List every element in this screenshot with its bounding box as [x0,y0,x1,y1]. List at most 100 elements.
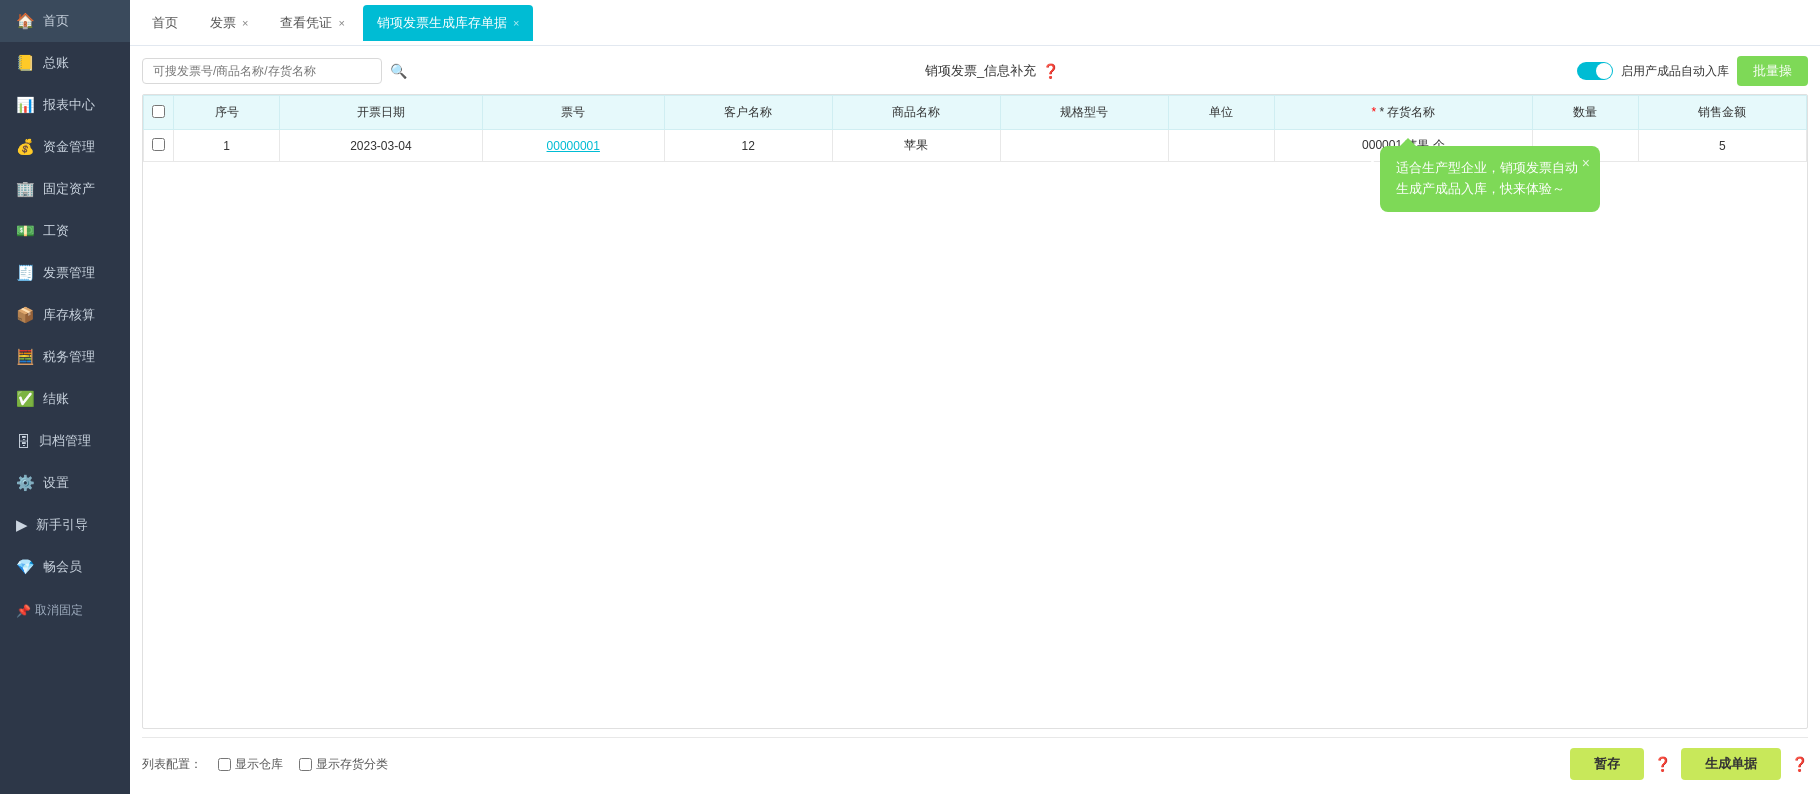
sidebar-item-label: 报表中心 [43,96,95,114]
th-goods-name: 商品名称 [832,96,1000,130]
row-goods-name: 苹果 [832,130,1000,162]
sidebar-item-reports[interactable]: 📊 报表中心 [0,84,130,126]
bottom-bar: 列表配置： 显示仓库 显示存货分类 暂存 ❓ 生成单据 ❓ [142,737,1808,784]
tab-generate-inventory-close[interactable]: × [513,17,519,29]
sidebar-item-label: 固定资产 [43,180,95,198]
show-warehouse-checkbox-label[interactable]: 显示仓库 [218,756,283,773]
ledger-icon: 📒 [16,54,35,72]
tab-generate-inventory[interactable]: 销项发票生成库存单据 × [363,5,533,41]
search-input[interactable] [142,58,382,84]
tab-invoice[interactable]: 发票 × [196,5,262,41]
pin-icon: 📌 [16,604,31,618]
tab-generate-inventory-label: 销项发票生成库存单据 [377,14,507,32]
th-index: 序号 [174,96,280,130]
sidebar-item-finance[interactable]: 💰 资金管理 [0,126,130,168]
show-warehouse-checkbox[interactable] [218,758,231,771]
generate-button[interactable]: 生成单据 [1681,748,1781,780]
toolbar-right: 启用产成品自动入库 批量操 [1577,56,1808,86]
tax-icon: 🧮 [16,348,35,366]
row-amount: 5 [1638,130,1806,162]
invoice-icon: 🧾 [16,264,35,282]
save-button[interactable]: 暂存 [1570,748,1644,780]
toolbar-center: 销项发票_信息补充 ❓ [925,62,1059,80]
sidebar-item-settings[interactable]: ⚙️ 设置 [0,462,130,504]
sidebar-item-guide[interactable]: ▶ 新手引导 [0,504,130,546]
row-checkbox[interactable] [152,138,165,151]
row-ticket-no[interactable]: 00000001 [482,130,664,162]
show-category-label: 显示存货分类 [316,756,388,773]
sidebar-item-inventory[interactable]: 📦 库存核算 [0,294,130,336]
sidebar-item-close[interactable]: ✅ 结账 [0,378,130,420]
save-help-icon[interactable]: ❓ [1654,756,1671,772]
settings-icon: ⚙️ [16,474,35,492]
assets-icon: 🏢 [16,180,35,198]
sidebar-item-label: 总账 [43,54,69,72]
salary-icon: 💵 [16,222,35,240]
th-date: 开票日期 [280,96,483,130]
info-help-icon[interactable]: ❓ [1042,63,1059,79]
tab-bar: 首页 发票 × 查看凭证 × 销项发票生成库存单据 × [130,0,1820,46]
row-index: 1 [174,130,280,162]
auto-warehouse-toggle[interactable] [1577,62,1613,80]
sidebar-item-home[interactable]: 🏠 首页 [0,0,130,42]
tooltip-text: 适合生产型企业，销项发票自动生成产成品入库，快来体验～ [1396,160,1578,196]
batch-button[interactable]: 批量操 [1737,56,1808,86]
row-spec [1000,130,1168,162]
th-inventory-name: * * 存货名称 [1274,96,1532,130]
toggle-label: 启用产成品自动入库 [1621,63,1729,80]
th-customer: 客户名称 [664,96,832,130]
tab-voucher-close[interactable]: × [338,17,344,29]
archive-icon: 🗄 [16,433,31,450]
bottom-left: 列表配置： 显示仓库 显示存货分类 [142,756,388,773]
tab-voucher[interactable]: 查看凭证 × [266,5,358,41]
row-customer: 12 [664,130,832,162]
close-accounts-icon: ✅ [16,390,35,408]
th-ticket-no: 票号 [482,96,664,130]
sidebar-item-label: 新手引导 [36,516,88,534]
show-category-checkbox-label[interactable]: 显示存货分类 [299,756,388,773]
reports-icon: 📊 [16,96,35,114]
sidebar-item-tax[interactable]: 🧮 税务管理 [0,336,130,378]
tab-invoice-label: 发票 [210,14,236,32]
table-header-row: 序号 开票日期 票号 客户名称 商品名称 规格型号 单位 * * 存货名称 数量… [144,96,1807,130]
sidebar-item-label: 库存核算 [43,306,95,324]
tab-home[interactable]: 首页 [138,5,192,41]
search-icon[interactable]: 🔍 [390,63,407,79]
info-label: 销项发票_信息补充 [925,62,1036,80]
sidebar-item-member[interactable]: 💎 畅会员 [0,546,130,588]
finance-icon: 💰 [16,138,35,156]
sidebar-item-label: 首页 [43,12,69,30]
tab-voucher-label: 查看凭证 [280,14,332,32]
toggle-knob [1596,63,1612,79]
select-all-checkbox[interactable] [152,105,165,118]
sidebar-item-invoice[interactable]: 🧾 发票管理 [0,252,130,294]
generate-help-icon[interactable]: ❓ [1791,756,1808,772]
tab-invoice-close[interactable]: × [242,17,248,29]
member-icon: 💎 [16,558,35,576]
th-amount: 销售金额 [1638,96,1806,130]
tooltip-close-button[interactable]: × [1582,152,1590,174]
sidebar-item-ledger[interactable]: 📒 总账 [0,42,130,84]
unpin-button[interactable]: 📌 取消固定 [0,592,130,629]
tab-home-label: 首页 [152,14,178,32]
guide-icon: ▶ [16,516,28,534]
show-category-checkbox[interactable] [299,758,312,771]
home-icon: 🏠 [16,12,35,30]
sidebar-item-archive[interactable]: 🗄 归档管理 [0,420,130,462]
sidebar-item-assets[interactable]: 🏢 固定资产 [0,168,130,210]
sidebar-item-label: 税务管理 [43,348,95,366]
tooltip-indicator: I [1370,144,1375,173]
inventory-icon: 📦 [16,306,35,324]
sidebar-item-label: 资金管理 [43,138,95,156]
toolbar-left: 🔍 [142,58,407,84]
tooltip-popup: I × 适合生产型企业，销项发票自动生成产成品入库，快来体验～ [1380,146,1600,212]
row-date: 2023-03-04 [280,130,483,162]
th-quantity: 数量 [1532,96,1638,130]
sidebar-item-label: 设置 [43,474,69,492]
th-checkbox [144,96,174,130]
page-content: 🔍 销项发票_信息补充 ❓ 启用产成品自动入库 批量操 [130,46,1820,794]
bottom-right: 暂存 ❓ 生成单据 ❓ [1570,748,1808,780]
sidebar-item-label: 结账 [43,390,69,408]
sidebar-item-salary[interactable]: 💵 工资 [0,210,130,252]
sidebar-item-label: 归档管理 [39,432,91,450]
